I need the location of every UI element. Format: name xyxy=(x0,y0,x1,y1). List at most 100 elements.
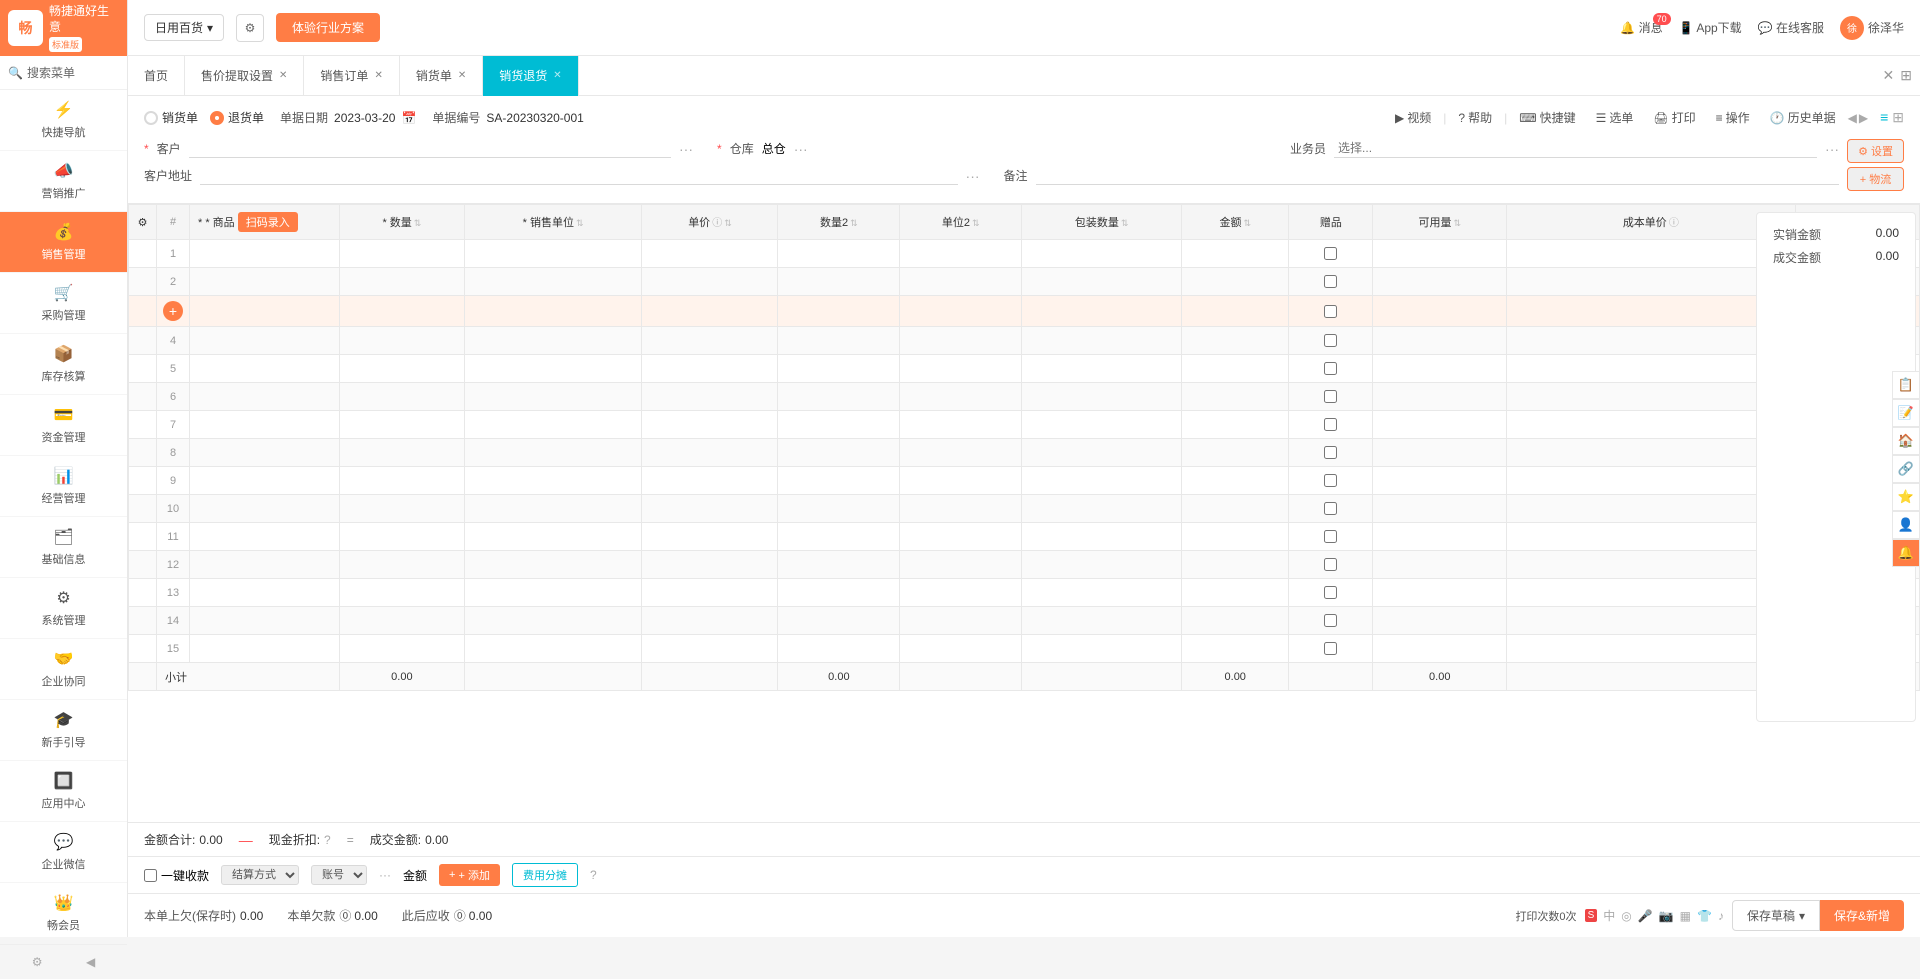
row-product-cell[interactable] xyxy=(190,355,340,383)
row-pkg-cell[interactable] xyxy=(1022,495,1182,523)
sidebar-item-operation[interactable]: 📊 经营管理 xyxy=(0,456,127,517)
row-qty-cell[interactable] xyxy=(340,523,465,551)
gift-checkbox[interactable] xyxy=(1324,558,1337,571)
row-qty2-cell[interactable] xyxy=(778,551,900,579)
gift-checkbox[interactable] xyxy=(1324,418,1337,431)
sidebar-item-purchase[interactable]: 🛒 采购管理 xyxy=(0,273,127,334)
row-amount-cell[interactable] xyxy=(1182,579,1289,607)
row-amount-cell[interactable] xyxy=(1182,355,1289,383)
row-cost-cell[interactable] xyxy=(1507,635,1796,663)
row-available-cell[interactable] xyxy=(1373,327,1507,355)
row-pkg-cell[interactable] xyxy=(1022,579,1182,607)
row-gift-cell[interactable] xyxy=(1289,327,1373,355)
row-pkg-cell[interactable] xyxy=(1022,296,1182,327)
row-amount-cell[interactable] xyxy=(1182,495,1289,523)
row-available-cell[interactable] xyxy=(1373,551,1507,579)
row-gift-cell[interactable] xyxy=(1289,268,1373,296)
sidebar-item-finance[interactable]: 💳 资金管理 xyxy=(0,395,127,456)
row-available-cell[interactable] xyxy=(1373,296,1507,327)
row-qty-cell[interactable] xyxy=(340,355,465,383)
sidebar-item-sales[interactable]: 💰 销售管理 xyxy=(0,212,127,273)
row-price-cell[interactable] xyxy=(642,355,778,383)
row-unit-cell[interactable] xyxy=(464,268,642,296)
row-unit-cell[interactable] xyxy=(464,383,642,411)
row-pkg-cell[interactable] xyxy=(1022,383,1182,411)
row-unit-cell[interactable] xyxy=(464,355,642,383)
row-unit2-cell[interactable] xyxy=(900,327,1022,355)
row-gift-cell[interactable] xyxy=(1289,296,1373,327)
row-price-cell[interactable] xyxy=(642,579,778,607)
row-gift-cell[interactable] xyxy=(1289,240,1373,268)
topbar-settings-button[interactable]: ⚙ xyxy=(236,14,264,42)
row-unit-cell[interactable] xyxy=(464,467,642,495)
row-qty2-cell[interactable] xyxy=(778,411,900,439)
row-cost-cell[interactable] xyxy=(1507,551,1796,579)
tab-close-all-button[interactable]: ✕ xyxy=(1883,67,1895,84)
row-cost-cell[interactable] xyxy=(1507,327,1796,355)
row-cost-cell[interactable] xyxy=(1507,579,1796,607)
row-product-cell[interactable] xyxy=(190,296,340,327)
row-price-cell[interactable] xyxy=(642,467,778,495)
row-qty2-cell[interactable] xyxy=(778,635,900,663)
row-amount-cell[interactable] xyxy=(1182,635,1289,663)
qty2-sort-icon[interactable]: ⇅ xyxy=(850,218,858,228)
row-available-cell[interactable] xyxy=(1373,439,1507,467)
row-unit-cell[interactable] xyxy=(464,523,642,551)
sidebar-item-enterprise[interactable]: 🤝 企业协同 xyxy=(0,639,127,700)
row-unit-cell[interactable] xyxy=(464,327,642,355)
row-qty2-cell[interactable] xyxy=(778,240,900,268)
row-unit-cell[interactable] xyxy=(464,439,642,467)
edge-btn-2[interactable]: 📝 xyxy=(1892,399,1920,427)
row-qty2-cell[interactable] xyxy=(778,268,900,296)
row-pkg-cell[interactable] xyxy=(1022,635,1182,663)
tab-close-sales-order[interactable]: ✕ xyxy=(374,70,382,81)
save-new-button[interactable]: 保存&新增 xyxy=(1820,900,1904,931)
row-amount-cell[interactable] xyxy=(1182,383,1289,411)
row-cost-cell[interactable] xyxy=(1507,607,1796,635)
row-price-cell[interactable] xyxy=(642,523,778,551)
row-product-cell[interactable] xyxy=(190,523,340,551)
product-input[interactable] xyxy=(196,305,333,317)
row-qty2-cell[interactable] xyxy=(778,355,900,383)
history-button[interactable]: 🕐 历史单据 xyxy=(1762,106,1844,129)
add-button[interactable]: + + 添加 xyxy=(439,864,500,886)
row-unit2-cell[interactable] xyxy=(900,355,1022,383)
row-price-cell[interactable] xyxy=(642,296,778,327)
row-amount-cell[interactable] xyxy=(1182,296,1289,327)
row-unit2-cell[interactable] xyxy=(900,579,1022,607)
edge-btn-3[interactable]: 🏠 xyxy=(1892,427,1920,455)
row-product-cell[interactable] xyxy=(190,411,340,439)
row-product-cell[interactable] xyxy=(190,579,340,607)
row-cost-cell[interactable] xyxy=(1507,240,1796,268)
row-gift-cell[interactable] xyxy=(1289,635,1373,663)
payment-help-icon[interactable]: ? xyxy=(590,868,597,882)
row-unit-cell[interactable] xyxy=(464,495,642,523)
row-price-cell[interactable] xyxy=(642,383,778,411)
row-gift-cell[interactable] xyxy=(1289,383,1373,411)
row-product-cell[interactable] xyxy=(190,327,340,355)
row-price-cell[interactable] xyxy=(642,551,778,579)
row-amount-cell[interactable] xyxy=(1182,411,1289,439)
row-gift-cell[interactable] xyxy=(1289,411,1373,439)
print-button[interactable]: 🖨 打印 xyxy=(1645,106,1703,129)
row-cost-cell[interactable] xyxy=(1507,495,1796,523)
row-qty2-cell[interactable] xyxy=(778,327,900,355)
radio-delivery[interactable]: 销货单 xyxy=(144,109,198,126)
row-qty-cell[interactable] xyxy=(340,296,465,327)
row-available-cell[interactable] xyxy=(1373,240,1507,268)
row-qty2-cell[interactable] xyxy=(778,495,900,523)
row-gift-cell[interactable] xyxy=(1289,607,1373,635)
edge-btn-4[interactable]: 🔗 xyxy=(1892,455,1920,483)
row-qty2-cell[interactable] xyxy=(778,467,900,495)
account-picker[interactable]: ··· xyxy=(379,868,391,882)
edge-btn-5[interactable]: ⭐ xyxy=(1892,483,1920,511)
sidebar-item-guide[interactable]: 🎓 新手引导 xyxy=(0,700,127,761)
row-qty2-cell[interactable] xyxy=(778,296,900,327)
row-unit-cell[interactable] xyxy=(464,579,642,607)
row-qty-cell[interactable] xyxy=(340,551,465,579)
row-price-cell[interactable] xyxy=(642,411,778,439)
pkg-sort-icon[interactable]: ⇅ xyxy=(1121,218,1129,228)
warehouse-picker[interactable]: ··· xyxy=(794,141,808,157)
row-gift-cell[interactable] xyxy=(1289,467,1373,495)
gift-checkbox[interactable] xyxy=(1324,334,1337,347)
